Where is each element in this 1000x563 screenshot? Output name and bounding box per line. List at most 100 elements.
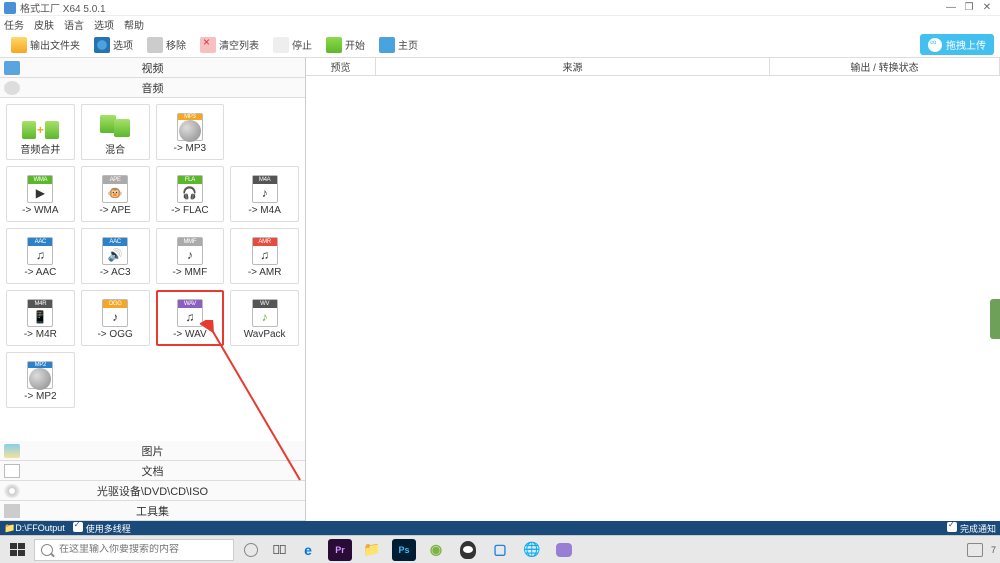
start-button[interactable]: 开始 bbox=[321, 34, 370, 56]
category-video[interactable]: 视频 bbox=[0, 58, 305, 78]
main-area: 视频 音频 +音频合并 混合 MP3-> MP3 WMA▶-> WMA APE🐵… bbox=[0, 58, 1000, 521]
app-phone[interactable]: ▢ bbox=[488, 539, 512, 561]
clear-icon bbox=[200, 37, 216, 53]
app-premiere[interactable]: Pr bbox=[328, 539, 352, 561]
format-grid: +音频合并 混合 MP3-> MP3 WMA▶-> WMA APE🐵-> APE… bbox=[0, 98, 305, 441]
menu-help[interactable]: 帮助 bbox=[124, 17, 144, 32]
app-photoshop[interactable]: Ps bbox=[392, 539, 416, 561]
stop-icon bbox=[273, 37, 289, 53]
app-edge[interactable]: e bbox=[296, 539, 320, 561]
home-label: 主页 bbox=[398, 37, 418, 52]
cat-tool-label: 工具集 bbox=[136, 503, 169, 519]
options-button[interactable]: 选项 bbox=[89, 34, 138, 56]
tile-wavpack[interactable]: WV♪WavPack bbox=[230, 290, 299, 346]
app-qq[interactable] bbox=[456, 539, 480, 561]
menu-options[interactable]: 选项 bbox=[94, 17, 114, 32]
notify-checkbox[interactable] bbox=[947, 522, 957, 532]
tile-label: -> APE bbox=[99, 205, 130, 216]
tile-label: WavPack bbox=[244, 329, 286, 340]
tile-mmf[interactable]: MMF♪-> MMF bbox=[156, 228, 225, 284]
category-image[interactable]: 图片 bbox=[0, 441, 305, 461]
app-chat[interactable] bbox=[552, 539, 576, 561]
task-list[interactable] bbox=[306, 76, 1000, 521]
menu-task[interactable]: 任务 bbox=[4, 17, 24, 32]
tile-audio-join[interactable]: +音频合并 bbox=[6, 104, 75, 160]
doc-icon bbox=[4, 464, 20, 478]
title-bar: 格式工厂 X64 5.0.1 — ❐ ✕ bbox=[0, 0, 1000, 16]
tile-wma[interactable]: WMA▶-> WMA bbox=[6, 166, 75, 222]
tile-label: -> M4A bbox=[248, 205, 281, 216]
tile-label: -> WAV bbox=[173, 329, 207, 340]
window-title: 格式工厂 X64 5.0.1 bbox=[20, 0, 942, 15]
menu-skin[interactable]: 皮肤 bbox=[34, 17, 54, 32]
stop-button[interactable]: 停止 bbox=[268, 34, 317, 56]
header-source[interactable]: 来源 bbox=[376, 58, 770, 75]
side-handle[interactable] bbox=[990, 299, 1000, 339]
tile-m4a[interactable]: M4A♪-> M4A bbox=[230, 166, 299, 222]
tile-label: -> M4R bbox=[24, 329, 57, 340]
maximize-button[interactable]: ❐ bbox=[960, 2, 978, 13]
task-view-button[interactable] bbox=[268, 539, 290, 561]
clear-label: 清空列表 bbox=[219, 37, 259, 52]
header-status[interactable]: 输出 / 转换状态 bbox=[770, 58, 1000, 75]
start-label: 开始 bbox=[345, 37, 365, 52]
tile-aac[interactable]: AAC♫-> AAC bbox=[6, 228, 75, 284]
tile-label: 混合 bbox=[105, 141, 125, 156]
upload-button[interactable]: 拖拽上传 bbox=[920, 34, 994, 55]
tile-mp3[interactable]: MP3-> MP3 bbox=[156, 104, 225, 160]
tile-label: -> OGG bbox=[97, 329, 132, 340]
output-label: 输出文件夹 bbox=[30, 37, 80, 52]
home-button[interactable]: 主页 bbox=[374, 34, 423, 56]
menu-bar: 任务 皮肤 语言 选项 帮助 bbox=[0, 16, 1000, 32]
tile-label: -> MMF bbox=[173, 267, 208, 278]
tray-count[interactable]: 7 bbox=[991, 545, 996, 555]
category-disc[interactable]: 光驱设备\DVD\CD\ISO bbox=[0, 481, 305, 501]
search-input[interactable] bbox=[59, 544, 227, 555]
upload-label: 拖拽上传 bbox=[946, 37, 986, 52]
app-android[interactable]: ◉ bbox=[424, 539, 448, 561]
tile-flac[interactable]: FLA🎧-> FLAC bbox=[156, 166, 225, 222]
category-document[interactable]: 文档 bbox=[0, 461, 305, 481]
category-tools[interactable]: 工具集 bbox=[0, 501, 305, 521]
list-headers: 预览 来源 输出 / 转换状态 bbox=[306, 58, 1000, 76]
image-icon bbox=[4, 444, 20, 458]
gear-icon bbox=[94, 37, 110, 53]
tile-label: -> AMR bbox=[248, 267, 282, 278]
windows-taskbar: e Pr 📁 Ps ◉ ▢ 🌐 7 bbox=[0, 535, 1000, 563]
tile-label: -> AC3 bbox=[100, 267, 131, 278]
thread-label: 使用多线程 bbox=[86, 524, 131, 534]
remove-button[interactable]: 移除 bbox=[142, 34, 191, 56]
cat-video-label: 视频 bbox=[142, 60, 164, 76]
tile-wav[interactable]: WAV♫-> WAV bbox=[156, 290, 225, 346]
close-button[interactable]: ✕ bbox=[978, 2, 996, 13]
notify-label: 完成通知 bbox=[960, 524, 996, 534]
notification-icon[interactable] bbox=[967, 543, 983, 557]
clear-button[interactable]: 清空列表 bbox=[195, 34, 264, 56]
category-audio[interactable]: 音频 bbox=[0, 78, 305, 98]
output-path[interactable]: D:\FFOutput bbox=[15, 523, 65, 533]
menu-lang[interactable]: 语言 bbox=[64, 17, 84, 32]
minimize-button[interactable]: — bbox=[942, 2, 960, 13]
app-globe[interactable]: 🌐 bbox=[520, 539, 544, 561]
system-tray: 7 bbox=[967, 543, 996, 557]
tile-mp2[interactable]: MP2-> MP2 bbox=[6, 352, 75, 408]
app-explorer[interactable]: 📁 bbox=[360, 539, 384, 561]
output-folder-button[interactable]: 输出文件夹 bbox=[6, 34, 85, 56]
tile-ac3[interactable]: AAC🔊-> AC3 bbox=[81, 228, 150, 284]
tile-ogg[interactable]: OGG♪-> OGG bbox=[81, 290, 150, 346]
tile-ape[interactable]: APE🐵-> APE bbox=[81, 166, 150, 222]
search-icon bbox=[41, 544, 53, 556]
options-label: 选项 bbox=[113, 37, 133, 52]
tile-amr[interactable]: AMR♫-> AMR bbox=[230, 228, 299, 284]
tool-icon bbox=[4, 504, 20, 518]
folder-mini-icon: 📁 bbox=[4, 523, 15, 534]
tile-audio-mix[interactable]: 混合 bbox=[81, 104, 150, 160]
link-icon bbox=[928, 38, 942, 52]
thread-checkbox[interactable] bbox=[73, 522, 83, 532]
tile-m4r[interactable]: M4R📱-> M4R bbox=[6, 290, 75, 346]
cortana-button[interactable] bbox=[244, 543, 258, 557]
header-preview[interactable]: 预览 bbox=[306, 58, 376, 75]
taskbar-search[interactable] bbox=[34, 539, 234, 561]
toolbar: 输出文件夹 选项 移除 清空列表 停止 开始 主页 拖拽上传 bbox=[0, 32, 1000, 58]
start-button[interactable] bbox=[4, 539, 30, 561]
